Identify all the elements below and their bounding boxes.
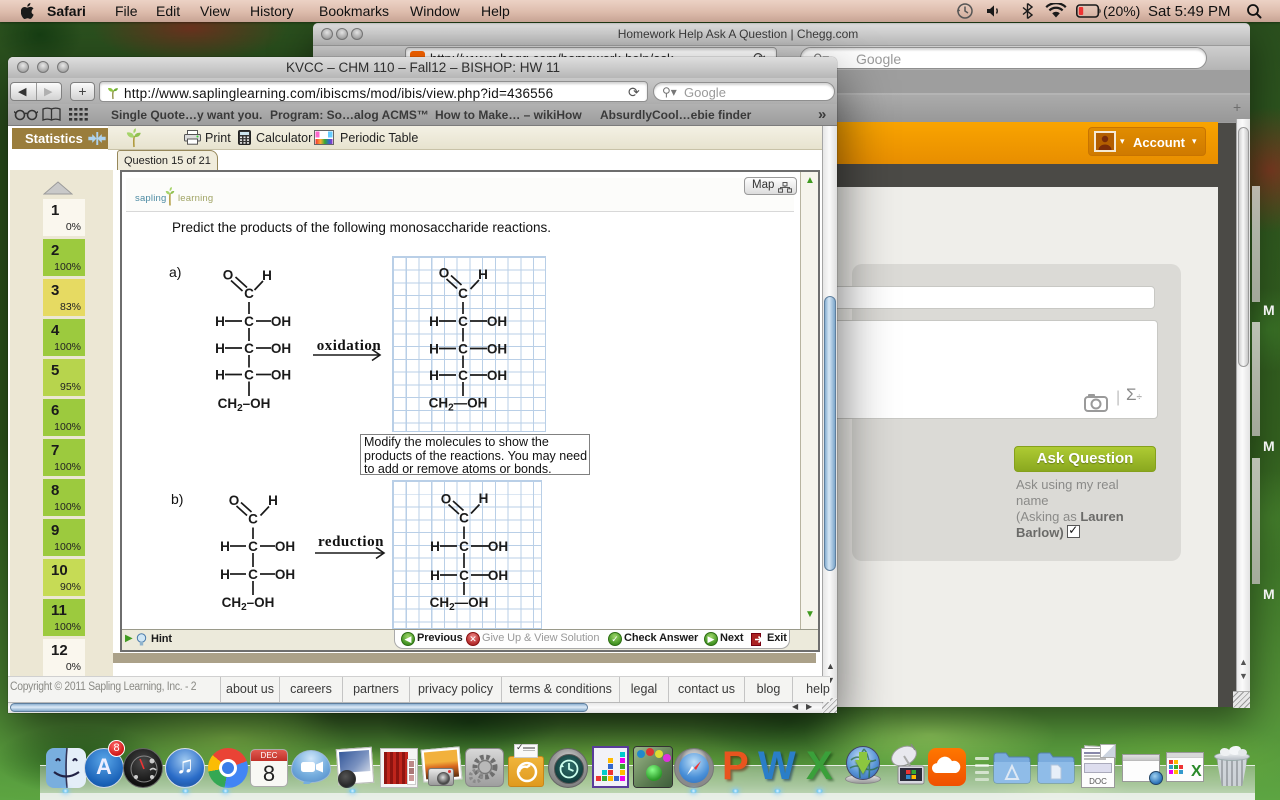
- svg-text:C: C: [458, 368, 468, 383]
- svg-text:H: H: [429, 314, 439, 329]
- svg-text:O: O: [229, 493, 240, 508]
- svg-text:C: C: [458, 314, 468, 329]
- svg-text:C: C: [248, 567, 258, 582]
- svg-text:H: H: [429, 342, 439, 357]
- svg-text:C: C: [458, 342, 468, 357]
- svg-text:C: C: [248, 512, 258, 527]
- svg-text:H: H: [262, 268, 272, 283]
- svg-text:OH: OH: [487, 368, 507, 383]
- svg-text:OH: OH: [275, 539, 295, 554]
- svg-text:CH2—OH: CH2—OH: [429, 396, 488, 414]
- svg-text:H: H: [268, 493, 278, 508]
- svg-text:H: H: [220, 539, 230, 554]
- svg-text:OH: OH: [487, 342, 507, 357]
- svg-text:OH: OH: [275, 567, 295, 582]
- svg-text:OH: OH: [487, 314, 507, 329]
- svg-text:H: H: [430, 539, 440, 554]
- svg-text:C: C: [244, 286, 254, 301]
- svg-text:C: C: [459, 539, 469, 554]
- svg-text:C: C: [244, 314, 254, 329]
- svg-text:O: O: [439, 266, 450, 281]
- svg-text:X: X: [1191, 763, 1202, 780]
- svg-text:H: H: [478, 267, 488, 282]
- svg-text:H: H: [430, 568, 440, 583]
- svg-text:O: O: [441, 492, 452, 507]
- svg-text:OH: OH: [271, 368, 291, 383]
- svg-text:H: H: [479, 491, 489, 506]
- svg-text:C: C: [244, 341, 254, 356]
- svg-text:C: C: [244, 368, 254, 383]
- svg-text:C: C: [459, 568, 469, 583]
- svg-text:OH: OH: [271, 314, 291, 329]
- svg-text:CH2—OH: CH2—OH: [430, 595, 489, 613]
- svg-text:H: H: [215, 341, 225, 356]
- svg-text:H: H: [215, 368, 225, 383]
- svg-text:H: H: [215, 314, 225, 329]
- svg-text:C: C: [458, 286, 468, 301]
- svg-text:H: H: [429, 368, 439, 383]
- svg-text:H: H: [220, 567, 230, 582]
- svg-text:OH: OH: [488, 539, 508, 554]
- svg-text:C: C: [248, 539, 258, 554]
- svg-text:CH2–OH: CH2–OH: [218, 396, 271, 414]
- svg-text:OH: OH: [488, 568, 508, 583]
- svg-text:C: C: [459, 511, 469, 526]
- svg-text:CH2–OH: CH2–OH: [222, 595, 275, 613]
- svg-text:OH: OH: [271, 341, 291, 356]
